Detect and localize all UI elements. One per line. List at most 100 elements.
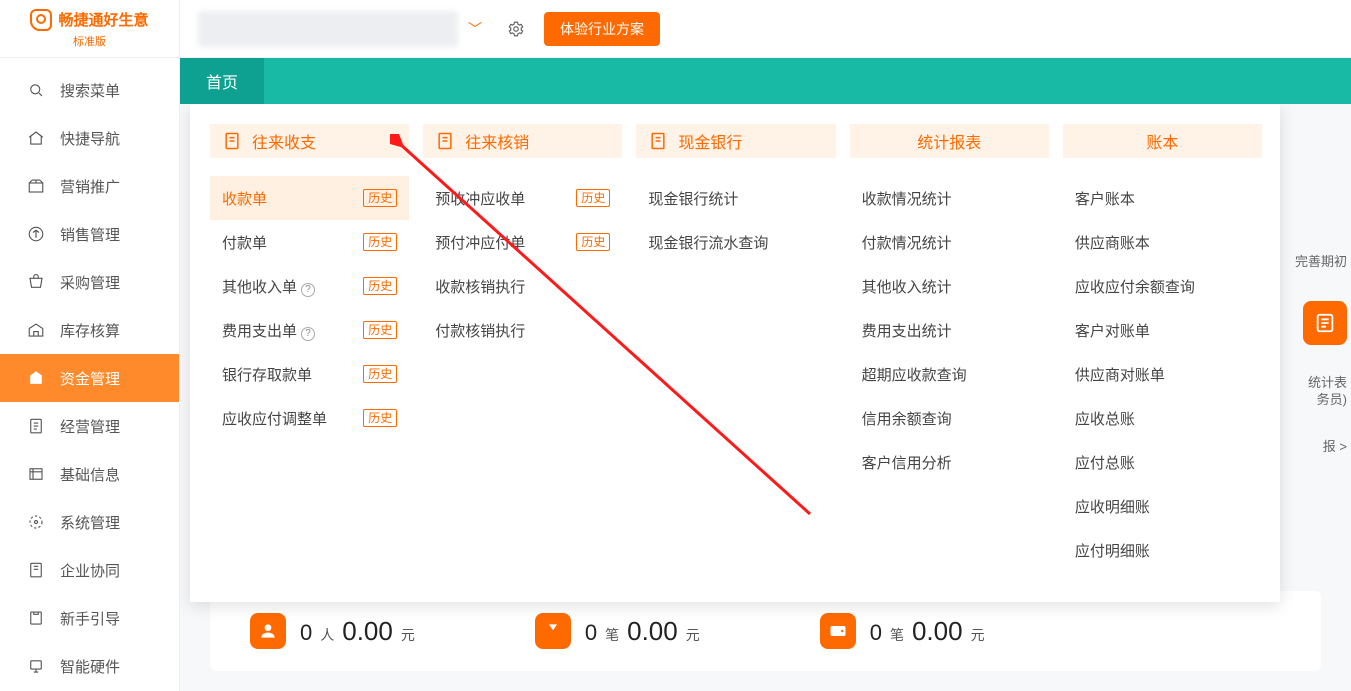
flyout-item[interactable]: 其他收入统计 [850, 264, 1049, 308]
money-icon [535, 613, 571, 649]
sidebar-item-market[interactable]: 营销推广 [0, 162, 179, 210]
sidebar-item-sales[interactable]: 销售管理 [0, 210, 179, 258]
topbar: ﹀ 体验行业方案 [180, 0, 1351, 58]
sidebar-item-label: 智能硬件 [60, 656, 120, 677]
newbie-icon [26, 609, 46, 627]
hardware-icon [26, 657, 46, 675]
industry-plan-button[interactable]: 体验行业方案 [544, 12, 660, 46]
logo-title: 畅捷通好生意 [58, 9, 148, 30]
basic-icon [26, 465, 46, 483]
sidebar-item-basic[interactable]: 基础信息 [0, 450, 179, 498]
stat-card-2: 0笔 0.00元 [535, 613, 700, 649]
flyout-item-label: 客户对账单 [1075, 320, 1150, 341]
sidebar-item-hardware[interactable]: 智能硬件 [0, 642, 179, 690]
flyout-item-label: 费用支出统计 [862, 320, 952, 341]
flyout-item[interactable]: 现金银行统计 [636, 176, 835, 220]
flyout-item[interactable]: 超期应收款查询 [850, 352, 1049, 396]
flyout-item[interactable]: 付款核销执行 [423, 308, 622, 352]
flyout-item[interactable]: 收款核销执行 [423, 264, 622, 308]
flyout-item[interactable]: 客户对账单 [1063, 308, 1262, 352]
sidebar-item-nav[interactable]: 快捷导航 [0, 114, 179, 162]
help-icon[interactable]: ? [301, 283, 315, 297]
flyout-item-label: 收款核销执行 [435, 276, 525, 297]
flyout-item[interactable]: 供应商账本 [1063, 220, 1262, 264]
sidebar-item-purchase[interactable]: 采购管理 [0, 258, 179, 306]
sidebar-item-coop[interactable]: 企业协同 [0, 546, 179, 594]
history-tag[interactable]: 历史 [363, 365, 397, 383]
sidebar-item-label: 销售管理 [60, 224, 120, 245]
flyout-item[interactable]: 费用支出单?历史 [210, 308, 409, 352]
gear-icon[interactable] [502, 15, 530, 43]
flyout-item-label: 信用余额查询 [862, 408, 952, 429]
flyout-item-label: 收款单 [222, 188, 267, 209]
history-tag[interactable]: 历史 [363, 409, 397, 427]
flyout-item[interactable]: 应付总账 [1063, 440, 1262, 484]
flyout-item-label: 银行存取款单 [222, 364, 312, 385]
flyout-item[interactable]: 应收应付余额查询 [1063, 264, 1262, 308]
history-tag[interactable]: 历史 [363, 189, 397, 207]
flyout-column-cash-bank: 现金银行现金银行统计现金银行流水查询 [636, 124, 845, 572]
flyout-item-label: 其他收入统计 [862, 276, 952, 297]
flyout-item-label: 应收总账 [1075, 408, 1135, 429]
sidebar-item-search[interactable]: 搜索菜单 [0, 66, 179, 114]
flyout-item[interactable]: 客户账本 [1063, 176, 1262, 220]
flyout-item-label: 超期应收款查询 [862, 364, 967, 385]
flyout-item[interactable]: 应付明细账 [1063, 528, 1262, 572]
flyout-heading: 账本 [1063, 124, 1262, 158]
side-nav: 搜索菜单快捷导航营销推广销售管理采购管理库存核算资金管理经营管理基础信息系统管理… [0, 58, 179, 690]
helper-badge-icon[interactable] [1303, 301, 1347, 345]
doc-icon [435, 131, 455, 151]
chevron-down-icon[interactable]: ﹀ [468, 19, 482, 39]
flyout-item[interactable]: 供应商对账单 [1063, 352, 1262, 396]
flyout-item[interactable]: 预收冲应收单历史 [423, 176, 622, 220]
sidebar-item-finance[interactable]: 资金管理 [0, 354, 179, 402]
tab-home[interactable]: 首页 [180, 58, 264, 104]
sidebar-item-label: 系统管理 [60, 512, 120, 533]
flyout-item[interactable]: 付款单 历史 [210, 220, 409, 264]
flyout-item-label: 其他收入单? [222, 276, 315, 297]
lower-stats-row: 0人 0.00元 0笔 0.00元 [210, 591, 1321, 671]
history-tag[interactable]: 历史 [363, 321, 397, 339]
sidebar-item-stock[interactable]: 库存核算 [0, 306, 179, 354]
flyout-item[interactable]: 客户信用分析 [850, 440, 1049, 484]
flyout-item[interactable]: 应收应付调整单 历史 [210, 396, 409, 440]
help-icon[interactable]: ? [301, 327, 315, 341]
flyout-item[interactable]: 现金银行流水查询 [636, 220, 835, 264]
history-tag[interactable]: 历史 [363, 277, 397, 295]
flyout-item[interactable]: 收款单 历史 [210, 176, 409, 220]
flyout-item[interactable]: 银行存取款单 历史 [210, 352, 409, 396]
sidebar-item-label: 采购管理 [60, 272, 120, 293]
main: ﹀ 体验行业方案 首页 完善期初 统计表务员) [180, 0, 1351, 691]
flyout-item[interactable]: 预付冲应付单历史 [423, 220, 622, 264]
flyout-item-label: 应收应付余额查询 [1075, 276, 1195, 297]
flyout-item[interactable]: 费用支出统计 [850, 308, 1049, 352]
history-tag[interactable]: 历史 [576, 233, 610, 251]
coop-icon [26, 561, 46, 579]
flyout-item[interactable]: 收款情况统计 [850, 176, 1049, 220]
flyout-item[interactable]: 其他收入单? 历史 [210, 264, 409, 308]
flyout-item-label: 应付总账 [1075, 452, 1135, 473]
flyout-heading: 往来收支 [210, 124, 409, 158]
flyout-item[interactable]: 信用余额查询 [850, 396, 1049, 440]
flyout-item-label: 付款单 [222, 232, 267, 253]
sidebar-item-newbie[interactable]: 新手引导 [0, 594, 179, 642]
flyout-item-label: 收款情况统计 [862, 188, 952, 209]
flyout-item-label: 应收应付调整单 [222, 408, 327, 429]
flyout-item[interactable]: 应收明细账 [1063, 484, 1262, 528]
tabbar: 首页 [180, 58, 1351, 104]
flyout-column-report: 统计报表收款情况统计付款情况统计其他收入统计费用支出统计超期应收款查询信用余额查… [850, 124, 1059, 572]
sidebar-item-operate[interactable]: 经营管理 [0, 402, 179, 450]
flyout-heading-title: 现金银行 [678, 129, 742, 153]
history-tag[interactable]: 历史 [576, 189, 610, 207]
flyout-item[interactable]: 付款情况统计 [850, 220, 1049, 264]
flyout-item[interactable]: 应收总账 [1063, 396, 1262, 440]
company-selector[interactable] [198, 11, 458, 47]
sidebar-item-system[interactable]: 系统管理 [0, 498, 179, 546]
sidebar-item-label: 快捷导航 [60, 128, 120, 149]
flyout-item-label: 供应商对账单 [1075, 364, 1165, 385]
wallet-icon [820, 613, 856, 649]
history-tag[interactable]: 历史 [363, 233, 397, 251]
flyout-heading: 统计报表 [850, 124, 1049, 158]
sidebar-item-label: 资金管理 [60, 368, 120, 389]
flyout-heading-title: 统计报表 [917, 129, 981, 153]
